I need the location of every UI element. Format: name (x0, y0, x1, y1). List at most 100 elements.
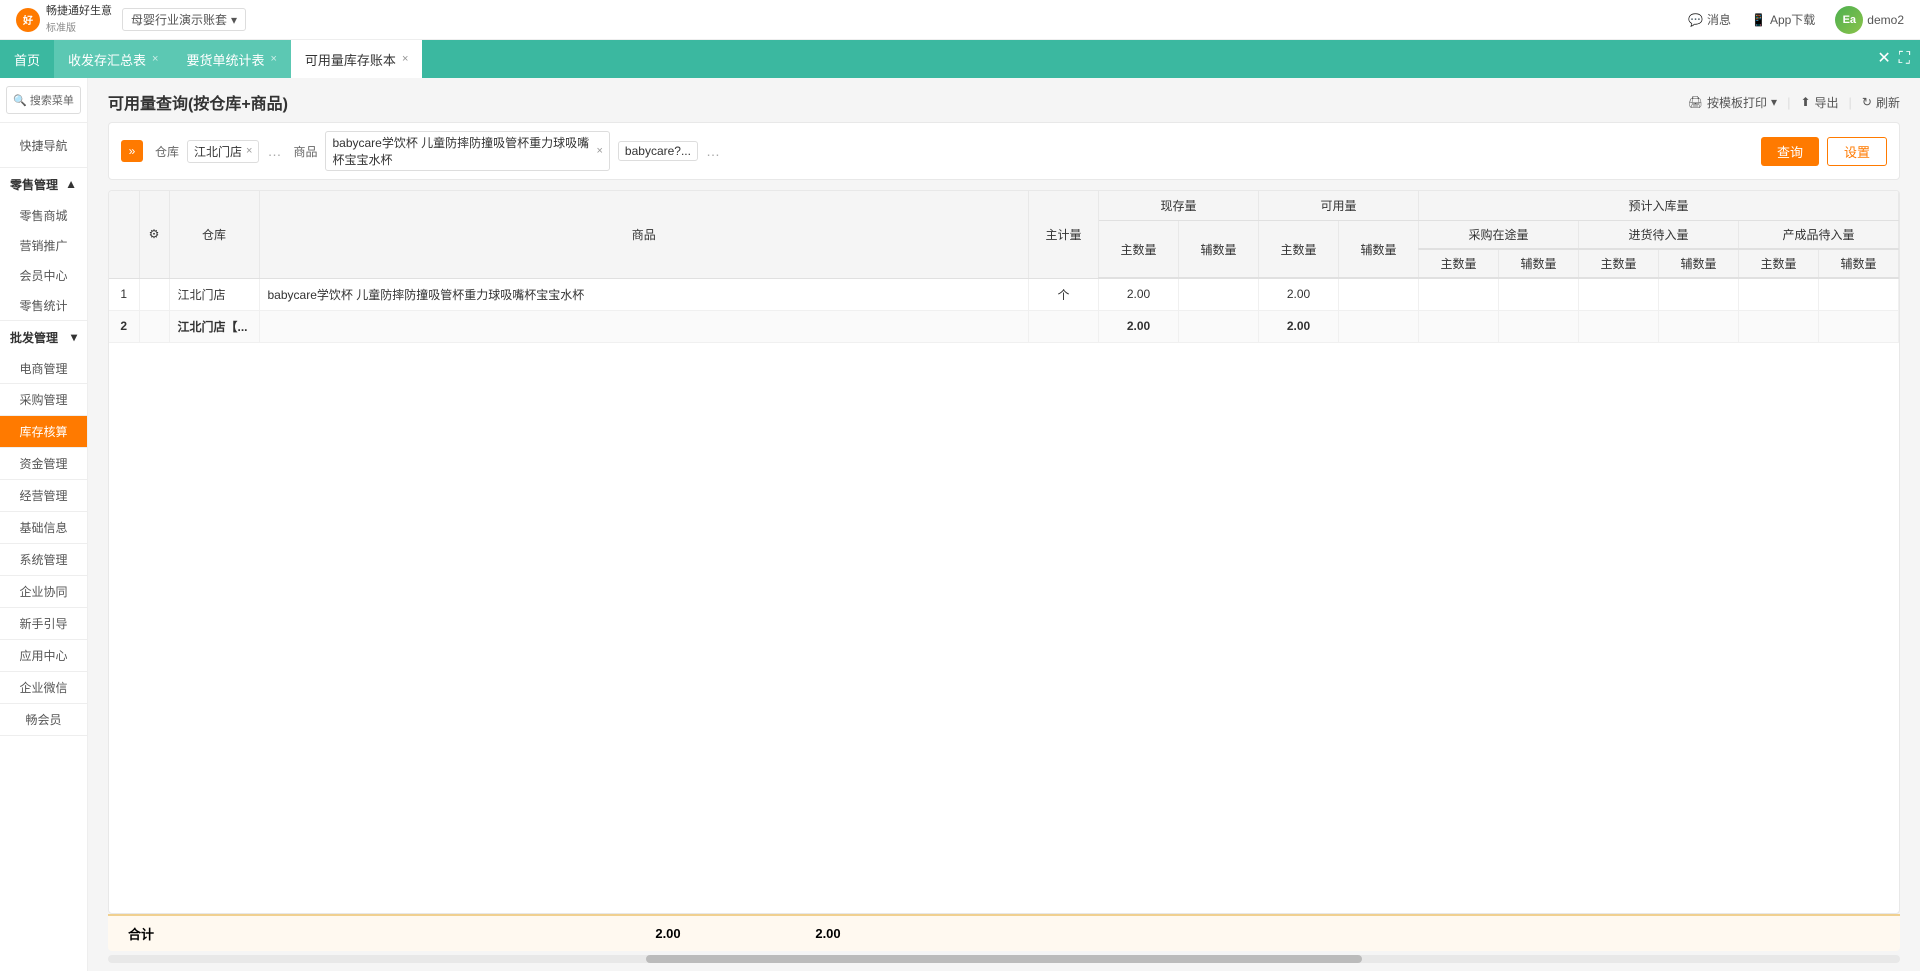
cell-warehouse-2: 江北门店【... (169, 310, 259, 342)
sidebar-item-vip[interactable]: 畅会员 (0, 704, 87, 736)
message-label: 消息 (1707, 11, 1731, 28)
cell-rownum-2: 2 (109, 310, 139, 342)
sidebar-item-finance[interactable]: 资金管理 (0, 448, 87, 480)
footer-available-main: 2.00 (788, 926, 868, 941)
tab-income-expense[interactable]: 收发存汇总表 × (54, 40, 172, 78)
cell-inbound-pending-main-1 (1579, 278, 1659, 310)
chevron-up-icon: ▲ (65, 177, 77, 191)
cell-purchase-onway-aux-2 (1499, 310, 1579, 342)
cell-purchase-onway-aux-1 (1499, 278, 1579, 310)
sidebar-item-enterprise[interactable]: 企业协同 (0, 576, 87, 608)
tab-available-inventory[interactable]: 可用量库存账本 × (291, 40, 422, 78)
top-header: 好 畅捷通好生意 标准版 母婴行业演示账套 ▾ 💬 消息 📱 App下载 Ea … (0, 0, 1920, 40)
sidebar-item-quick-nav[interactable]: 快捷导航 (0, 129, 87, 161)
sidebar-item-member[interactable]: 会员中心 (0, 260, 87, 290)
product-filter-clear[interactable]: × (596, 145, 602, 157)
tab-home[interactable]: 首页 (0, 40, 54, 78)
tab-bar: 首页 收发存汇总表 × 要货单统计表 × 可用量库存账本 × ✕ ⛶ (0, 40, 1920, 78)
tab-close-order-stats[interactable]: × (270, 53, 276, 65)
cell-settings-1 (139, 278, 169, 310)
th-settings[interactable]: ⚙ (139, 191, 169, 278)
warehouse-filter-clear[interactable]: × (246, 145, 252, 157)
sidebar-section-retail: 零售管理 ▲ 零售商城 营销推广 会员中心 零售统计 (0, 168, 87, 321)
inventory-table: ⚙ 仓库 商品 主计量 现存量 可用量 预计入库量 主数量 辅数量 主数量 辅数… (109, 191, 1899, 343)
horizontal-scrollbar-thumb[interactable] (646, 955, 1363, 963)
refresh-icon: ↻ (1862, 95, 1872, 109)
query-btn[interactable]: 查询 (1761, 137, 1819, 166)
footer-label: 合计 (128, 924, 628, 943)
cell-stock-aux-1 (1179, 278, 1259, 310)
product-more-btn[interactable]: … (706, 143, 720, 159)
sidebar-item-marketing[interactable]: 营销推广 (0, 230, 87, 260)
cell-available-main-2: 2.00 (1259, 310, 1339, 342)
th-available-group: 可用量 (1259, 191, 1419, 221)
sidebar-section-wholesale-header[interactable]: 批发管理 ▾ (0, 321, 87, 353)
th-produced-pending-group: 产成品待入量 (1739, 221, 1899, 250)
username: demo2 (1867, 13, 1904, 27)
message-icon: 💬 (1688, 13, 1703, 27)
filter-bar: » 仓库 江北门店 × … 商品 babycare学饮杯 儿童防摔防撞吸管杯重力… (108, 122, 1900, 180)
export-btn[interactable]: ⬆ 导出 (1800, 94, 1838, 111)
sidebar-item-newguide[interactable]: 新手引导 (0, 608, 87, 640)
app-download-label: App下载 (1770, 11, 1815, 28)
wholesale-label: 批发管理 (10, 329, 58, 346)
sidebar-item-inventory[interactable]: 库存核算 (0, 416, 87, 448)
expand-icon: » (129, 144, 136, 158)
sidebar-item-enterprise-wechat[interactable]: 企业微信 (0, 672, 87, 704)
message-nav[interactable]: 💬 消息 (1688, 11, 1731, 28)
logo-area: 好 畅捷通好生意 标准版 (16, 5, 112, 33)
th-produced-pending-aux: 辅数量 (1819, 249, 1899, 278)
setting-btn[interactable]: 设置 (1827, 137, 1887, 166)
footer-stock-main: 2.00 (628, 926, 708, 941)
sidebar-item-basic[interactable]: 基础信息 (0, 512, 87, 544)
cell-inbound-pending-aux-2 (1659, 310, 1739, 342)
content-area: 可用量查询(按仓库+商品) 🖨 按模板打印 ▾ | ⬆ 导出 | ↻ 刷新 (88, 78, 1920, 971)
cell-purchase-onway-main-2 (1419, 310, 1499, 342)
cell-stock-aux-2 (1179, 310, 1259, 342)
app-download-nav[interactable]: 📱 App下载 (1751, 11, 1815, 28)
header-left: 好 畅捷通好生意 标准版 母婴行业演示账套 ▾ (16, 5, 246, 33)
product-filter-tag[interactable]: babycare学饮杯 儿童防摔防撞吸管杯重力球吸嘴杯宝宝水杯 × (325, 131, 609, 171)
order-stats-tab-label: 要货单统计表 (186, 50, 264, 69)
scroll-bar-container (88, 951, 1920, 971)
sidebar-item-appcenter[interactable]: 应用中心 (0, 640, 87, 672)
sidebar-item-retail-shop[interactable]: 零售商城 (0, 200, 87, 230)
tab-maximize-btn[interactable]: ⛶ (1899, 51, 1910, 67)
warehouse-filter-tag[interactable]: 江北门店 × (187, 140, 259, 163)
horizontal-scrollbar-track[interactable] (108, 955, 1900, 963)
refresh-btn[interactable]: ↻ 刷新 (1862, 94, 1900, 111)
sidebar-item-operations[interactable]: 经营管理 (0, 480, 87, 512)
tab-close-all-btn[interactable]: ✕ (1877, 51, 1890, 67)
table-row-subtotal: 2 江北门店【... 2.00 2.00 (109, 310, 1899, 342)
sidebar-item-retail-stats[interactable]: 零售统计 (0, 290, 87, 320)
logo-icon: 好 (16, 8, 40, 32)
print-template-btn[interactable]: 🖨 按模板打印 ▾ (1688, 94, 1777, 111)
sidebar-section-retail-header[interactable]: 零售管理 ▲ (0, 168, 87, 200)
cell-inbound-pending-aux-1 (1659, 278, 1739, 310)
warehouse-more-btn[interactable]: … (267, 143, 281, 159)
user-profile[interactable]: Ea demo2 (1835, 6, 1904, 34)
sidebar-item-ecommerce[interactable]: 电商管理 (0, 353, 87, 383)
filter-toggle-btn[interactable]: » (121, 140, 143, 162)
th-inbound-pending-main: 主数量 (1579, 249, 1659, 278)
search-label: 搜索菜单 (30, 92, 74, 108)
tab-order-stats[interactable]: 要货单统计表 × (172, 40, 290, 78)
cell-stock-main-1: 2.00 (1099, 278, 1179, 310)
industry-selector[interactable]: 母婴行业演示账套 ▾ (122, 8, 246, 31)
tab-close-available-inventory[interactable]: × (402, 53, 408, 65)
th-purchase-onway-group: 采购在途量 (1419, 221, 1579, 250)
th-stock-aux: 辅数量 (1179, 221, 1259, 279)
filter-buttons: 查询 设置 (1761, 137, 1887, 166)
sidebar: 🔍 搜索菜单 快捷导航 零售管理 ▲ 零售商城 营销推广 会员中心 (0, 78, 88, 971)
th-purchase-onway-main: 主数量 (1419, 249, 1499, 278)
warehouse-filter-label: 仓库 (155, 143, 179, 160)
sidebar-search-btn[interactable]: 🔍 搜索菜单 (6, 86, 81, 114)
mobile-icon: 📱 (1751, 13, 1766, 27)
th-planned-inbound-group: 预计入库量 (1419, 191, 1899, 221)
tab-close-income-expense[interactable]: × (152, 53, 158, 65)
product-filter-extra-tag[interactable]: babycare?... (618, 141, 698, 161)
cell-purchase-onway-main-1 (1419, 278, 1499, 310)
sidebar-item-procurement[interactable]: 采购管理 (0, 384, 87, 416)
sidebar-item-system[interactable]: 系统管理 (0, 544, 87, 576)
table-row: 1 江北门店 babycare学饮杯 儿童防摔防撞吸管杯重力球吸嘴杯宝宝水杯 个… (109, 278, 1899, 310)
